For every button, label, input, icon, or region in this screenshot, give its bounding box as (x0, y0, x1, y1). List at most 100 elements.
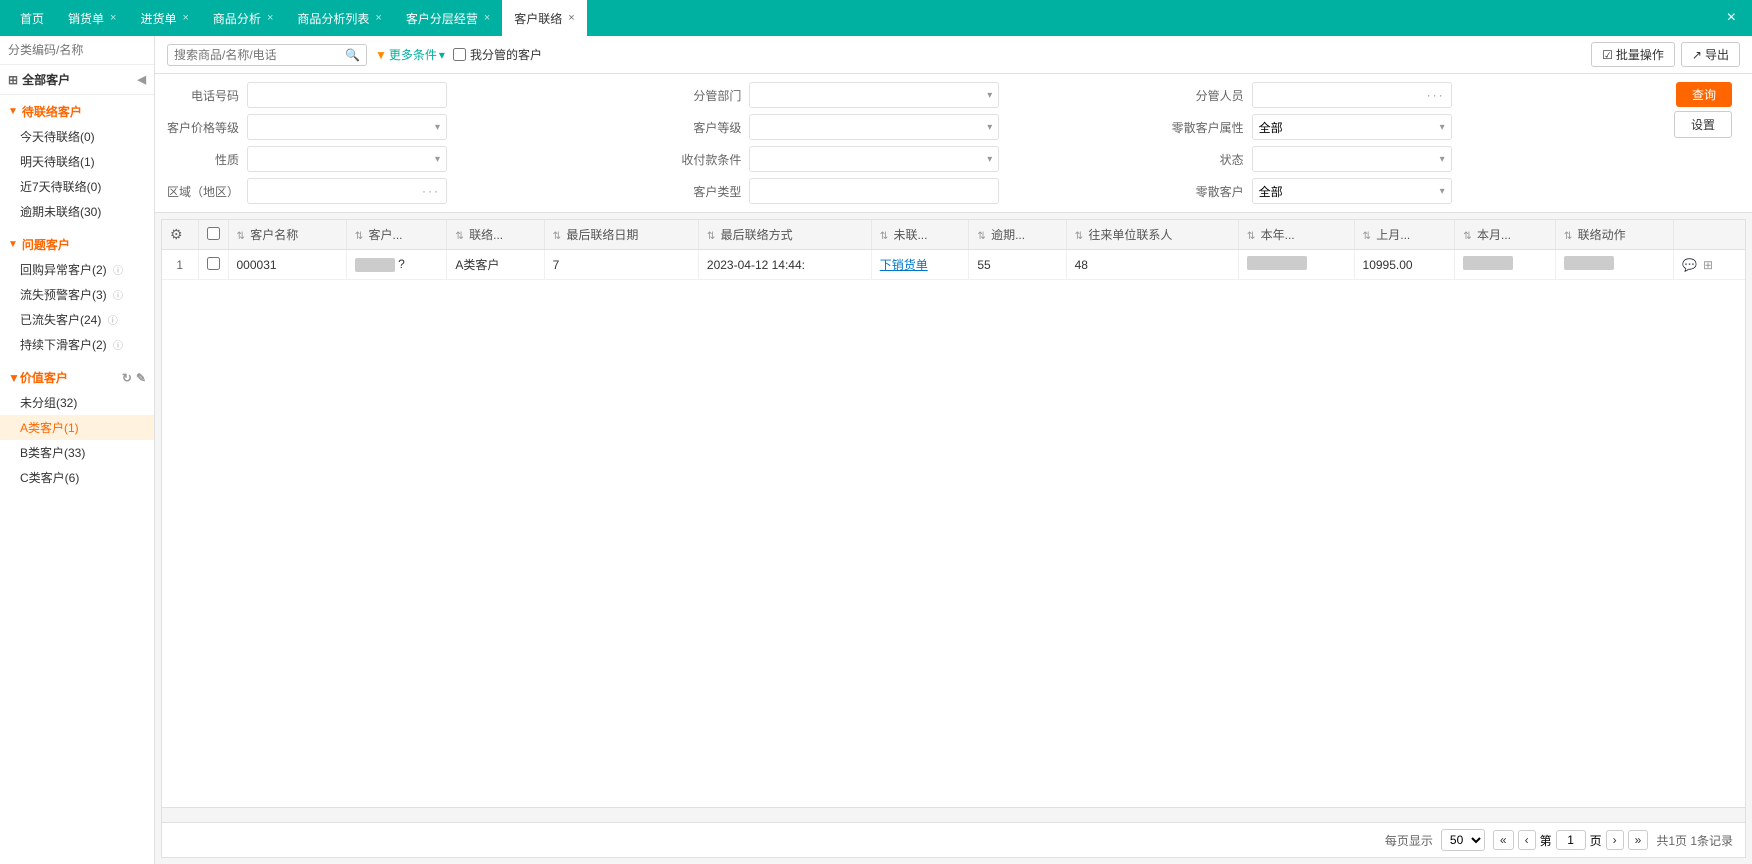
action-icons: 💬 ⊞ (1682, 258, 1737, 272)
table-area: ⚙ ⇅ 客户名称 ⇅ 客户... (161, 219, 1746, 858)
close-analysis-tab[interactable]: × (267, 12, 273, 24)
nav-tab-customer-seg[interactable]: 客户分层经营 × (394, 0, 502, 36)
filter-icon: ▼ (375, 48, 387, 62)
col-this-month[interactable]: ⇅ 联络动作 (1555, 220, 1673, 250)
nav-tab-home[interactable]: 首页 (8, 0, 56, 36)
export-button[interactable]: ↗ 导出 (1681, 42, 1740, 67)
close-sales-tab[interactable]: × (110, 12, 116, 24)
person-input[interactable]: ··· (1252, 82, 1452, 108)
action-chat-icon[interactable]: 💬 (1682, 258, 1697, 272)
sidebar-item-abnormal[interactable]: 回购异常客户(2) ⓘ (0, 257, 154, 282)
nav-tab-sales[interactable]: 销货单 × (56, 0, 128, 36)
status-select[interactable]: ▾ (1252, 146, 1452, 172)
filter-phone: 电话号码 (167, 82, 669, 108)
first-page-btn[interactable]: « (1493, 830, 1514, 850)
sidebar-item-overdue[interactable]: 逾期未联络(30) (0, 199, 154, 224)
price-level-select[interactable]: ▾ (247, 114, 447, 140)
dept-arrow-icon: ▾ (987, 90, 992, 101)
info-icon-churn[interactable]: ⓘ (113, 291, 123, 302)
last-method-link[interactable]: 下销货单 (880, 258, 928, 272)
hscroll-row (162, 807, 1745, 822)
sort-icon-overdue: ⇅ (1075, 231, 1083, 242)
my-customers-checkbox[interactable] (453, 48, 466, 61)
col-overdue[interactable]: ⇅ 往来单位联系人 (1066, 220, 1238, 250)
name-blurred (355, 258, 395, 272)
value-section-icons: ↻ ✎ (122, 371, 146, 385)
close-customer-contact-tab[interactable]: × (568, 12, 574, 24)
sidebar-item-churned[interactable]: 已流失客户(24) ⓘ (0, 307, 154, 332)
col-contact2[interactable]: ⇅ 本年... (1238, 220, 1354, 250)
action-share-icon[interactable]: ⊞ (1703, 258, 1713, 272)
retail-customer-select[interactable]: 全部 ▾ (1252, 178, 1452, 204)
sidebar-item-b-class[interactable]: B类客户(33) (0, 440, 154, 465)
sidebar-item-ungrouped[interactable]: 未分组(32) (0, 390, 154, 415)
settings-button[interactable]: 设置 (1674, 111, 1732, 138)
filter-search-box: 🔍 (167, 44, 367, 66)
nav-tab-purchase[interactable]: 进货单 × (128, 0, 200, 36)
col-name[interactable]: ⇅ 客户... (346, 220, 447, 250)
last-page-btn[interactable]: » (1628, 830, 1649, 850)
gear-icon[interactable]: ⚙ (170, 226, 183, 242)
col-last-month[interactable]: ⇅ 本月... (1455, 220, 1556, 250)
col-contact[interactable]: ⇅ 最后联络日期 (544, 220, 698, 250)
sidebar-item-7days[interactable]: 近7天待联络(0) (0, 174, 154, 199)
sidebar-search-input[interactable] (8, 43, 155, 57)
sidebar-item-today[interactable]: 今天待联络(0) (0, 124, 154, 149)
payment-select[interactable]: ▾ (749, 146, 999, 172)
col-code[interactable]: ⇅ 客户名称 (228, 220, 346, 250)
sidebar-item-c-class[interactable]: C类客户(6) (0, 465, 154, 490)
col-last-method[interactable]: ⇅ 未联... (871, 220, 969, 250)
retail-customer-arrow-icon: ▾ (1440, 186, 1445, 197)
col-gear[interactable]: ⚙ (162, 220, 198, 250)
sidebar-item-tomorrow[interactable]: 明天待联络(1) (0, 149, 154, 174)
col-this-year[interactable]: ⇅ 上月... (1354, 220, 1455, 250)
refresh-icon[interactable]: ↻ (122, 371, 132, 385)
retail-attr-select[interactable]: 全部 ▾ (1252, 114, 1452, 140)
sidebar-item-a-class[interactable]: A类客户(1) (0, 415, 154, 440)
sidebar-section-value-title[interactable]: ▼ 价值客户 ↻ ✎ (0, 365, 154, 390)
row-checkbox[interactable] (207, 257, 220, 270)
filter-more-btn[interactable]: ▼ 更多条件 ▾ (375, 46, 445, 63)
edit-icon[interactable]: ✎ (136, 371, 146, 385)
filter-dept: 分管部门 ▾ (669, 82, 1171, 108)
page-number-input[interactable] (1556, 830, 1586, 850)
filter-nature: 性质 ▾ (167, 146, 669, 172)
filter-search-icon[interactable]: 🔍 (345, 48, 360, 62)
query-button[interactable]: 查询 (1676, 82, 1732, 107)
sidebar-all-customers[interactable]: ⊞ 全部客户 ◀ (0, 65, 154, 95)
customer-level-select[interactable]: ▾ (749, 114, 999, 140)
info-icon-declining[interactable]: ⓘ (113, 341, 123, 352)
close-analysis-list-tab[interactable]: × (375, 12, 381, 24)
sidebar-section-pending-title[interactable]: ▼ 待联络客户 (0, 99, 154, 124)
page-size-select[interactable]: 50 (1441, 829, 1485, 851)
close-purchase-tab[interactable]: × (182, 12, 188, 24)
batch-op-button[interactable]: ☑ 批量操作 (1591, 42, 1675, 67)
dept-select[interactable]: ▾ (749, 82, 999, 108)
app-close-button[interactable]: × (1719, 9, 1744, 27)
prev-page-btn[interactable]: ‹ (1518, 830, 1536, 850)
sidebar-item-declining[interactable]: 持续下滑客户(2) ⓘ (0, 332, 154, 357)
status-label: 状态 (1172, 151, 1252, 168)
region-input[interactable]: ··· (247, 178, 447, 204)
next-page-btn[interactable]: › (1606, 830, 1624, 850)
sidebar-collapse-btn[interactable]: ◀ (138, 73, 146, 86)
info-icon-abnormal[interactable]: ⓘ (113, 266, 123, 277)
col-uncontact[interactable]: ⇅ 逾期... (969, 220, 1066, 250)
sidebar-section-problem-title[interactable]: ▼ 问题客户 (0, 232, 154, 257)
close-customer-seg-tab[interactable]: × (484, 12, 490, 24)
col-type[interactable]: ⇅ 联络... (447, 220, 544, 250)
select-all-checkbox[interactable] (207, 227, 220, 240)
nav-tab-customer-contact[interactable]: 客户联络 × (502, 0, 586, 36)
last-month-blurred (1463, 256, 1513, 270)
payment-label: 收付款条件 (669, 151, 749, 168)
nav-tab-analysis-list[interactable]: 商品分析列表 × (285, 0, 393, 36)
nav-tab-analysis[interactable]: 商品分析 × (201, 0, 285, 36)
sidebar-item-churn-warning[interactable]: 流失预警客户(3) ⓘ (0, 282, 154, 307)
phone-input[interactable] (247, 82, 447, 108)
nature-select[interactable]: ▾ (247, 146, 447, 172)
col-last-date[interactable]: ⇅ 最后联络方式 (698, 220, 871, 250)
filter-search-input[interactable] (174, 48, 345, 62)
info-icon-churned[interactable]: ⓘ (108, 316, 118, 327)
pagination: 每页显示 50 « ‹ 第 页 › » 共1页 1条记录 (162, 822, 1745, 857)
customer-type-input[interactable] (749, 178, 999, 204)
